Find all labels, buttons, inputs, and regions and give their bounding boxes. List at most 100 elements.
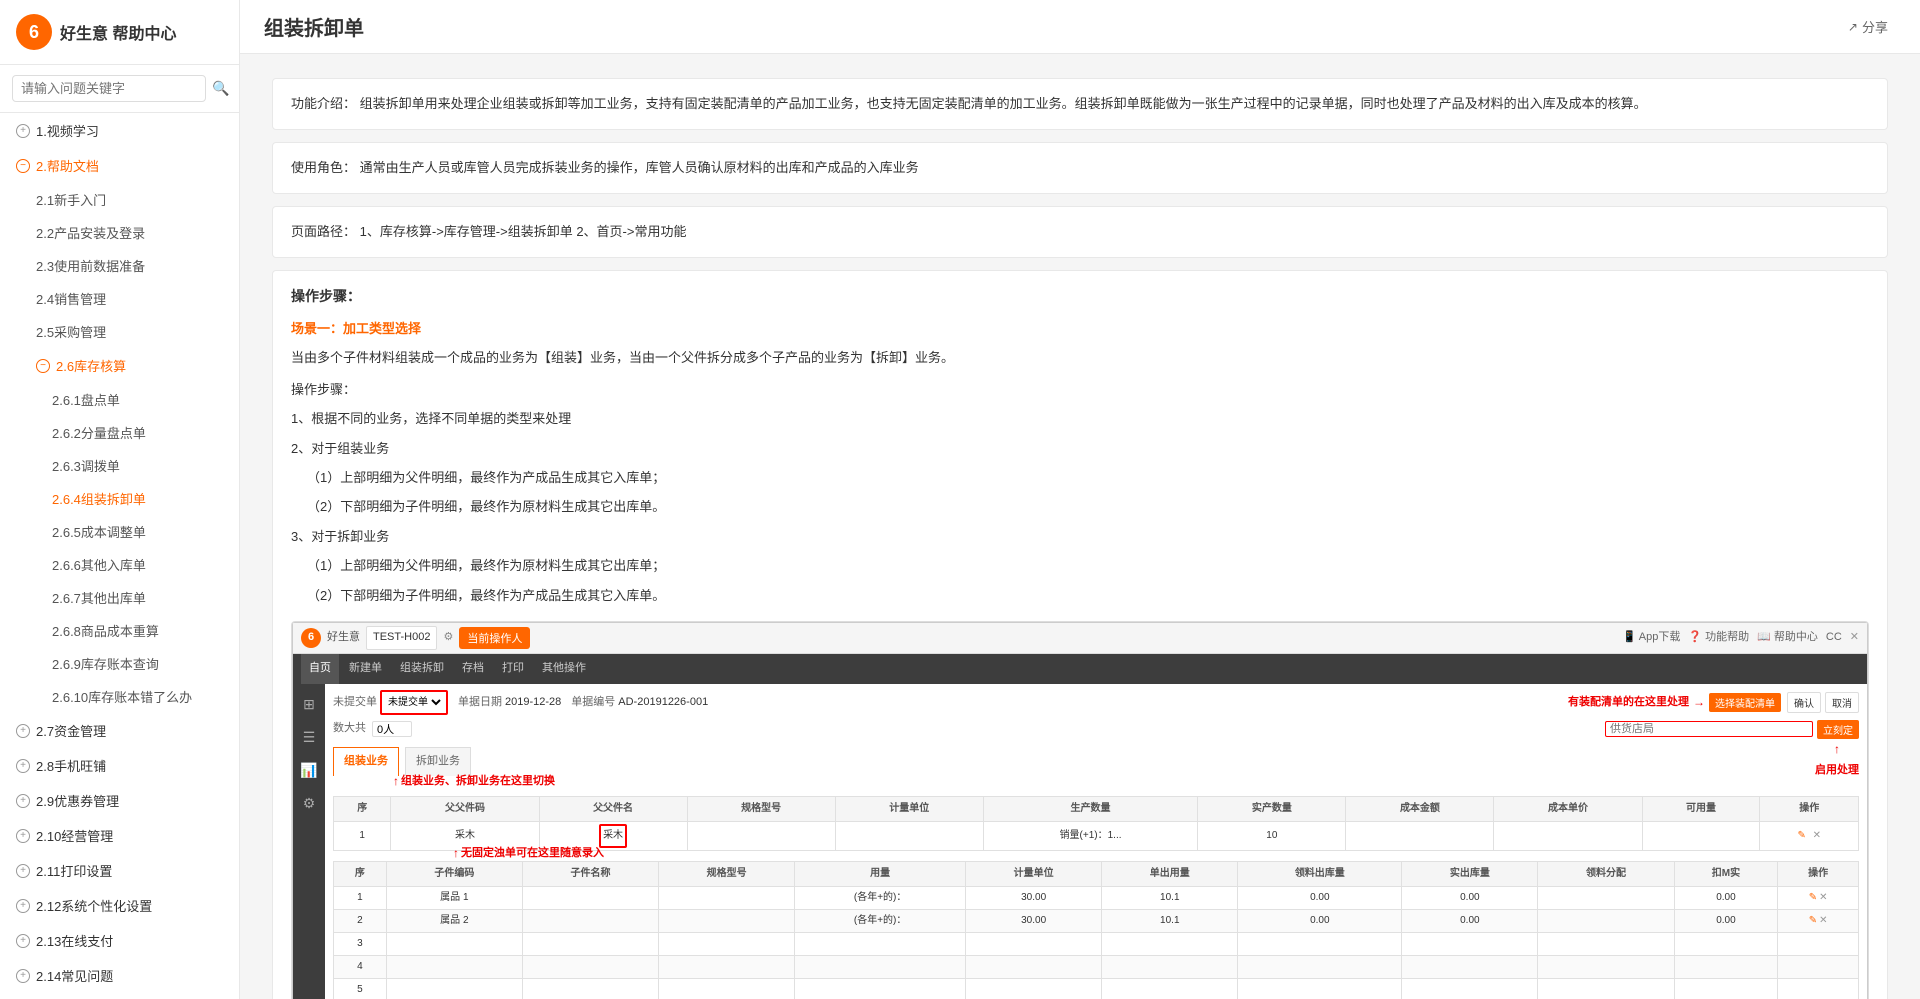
sidebar-sub-sales[interactable]: 2.4销售管理 (0, 282, 239, 315)
sidebar-sub-purchase[interactable]: 2.5采购管理 (0, 315, 239, 348)
sim-sidebar-list-icon[interactable]: ☰ (303, 725, 316, 750)
sidebar: 6 好生意 帮助中心 🔍 + 1.视频学习 − 2.帮助文档 2.1新手入门 2… (0, 0, 240, 999)
table-row: 2属品 2(各年+的)：30.0010.10.000.000.00 ✎✕ (334, 909, 1859, 932)
sidebar-sub-in-other[interactable]: 2.6.6其他入库单 (0, 548, 239, 581)
sidebar-sub-assembly[interactable]: 2.6.4组装拆卸单 (0, 482, 239, 515)
sim-tab-assemble[interactable]: 组装业务 (333, 747, 399, 776)
sidebar-item-docs[interactable]: − 2.帮助文档 (0, 148, 239, 183)
col-cost-amt: 成本金额 (1346, 796, 1494, 821)
cell2-del-icon[interactable]: ✕ (1819, 892, 1827, 903)
cell-edit-icon[interactable]: ✎ (1797, 830, 1805, 841)
expand-icon: + (16, 124, 30, 138)
col-prod-qty: 生产数量 (983, 796, 1198, 821)
sim-date-val: 2019-12-28 (505, 693, 561, 713)
step3-1: （1）上部明细为父件明细，最终作为原材料生成其它出库单； (291, 554, 1869, 577)
col2-spec: 规格型号 (659, 861, 795, 886)
nav-label: 2.11打印设置 (36, 861, 112, 880)
col-actions: 操作 (1760, 796, 1859, 821)
sim-help-center: 📖 帮助中心 (1757, 628, 1818, 648)
sim-nav-home[interactable]: 自页 (301, 654, 339, 684)
step2: 2、对于组装业务 (291, 437, 1869, 460)
sidebar-item-custom[interactable]: + 2.12系统个性化设置 (0, 888, 239, 923)
share-button[interactable]: ↗ 分享 (1840, 13, 1896, 40)
sim-child-table: 序 子件编码 子件名称 规格型号 用量 计量单位 单出用量 领料 (333, 861, 1859, 999)
role-label: 使用角色： (291, 160, 356, 175)
col2-pick-alloc: 领料分配 (1538, 861, 1674, 886)
sidebar-item-cases[interactable]: + 2.15操作案例 (0, 993, 239, 999)
sim-sidebar-settings-icon[interactable]: ⚙ (303, 791, 316, 816)
cell-del-icon[interactable]: ✕ (1813, 830, 1821, 841)
sim-type-select[interactable]: 未提交单 已提交单 (380, 690, 448, 716)
sim-cancel-btn[interactable]: 取消 (1825, 692, 1859, 713)
col2-child-name: 子件名称 (522, 861, 658, 886)
cell-spec (687, 821, 835, 850)
sim-close-icon[interactable]: ✕ (1850, 628, 1859, 648)
logo-icon: 6 (16, 14, 52, 50)
nav-label: 2.10经营管理 (36, 826, 113, 845)
cell2-del-icon-2[interactable]: ✕ (1819, 915, 1827, 926)
sim-go-btn[interactable]: 立刻定 (1817, 720, 1859, 739)
col2-unit: 计量单位 (966, 861, 1102, 886)
sim-nav-new[interactable]: 新建单 (341, 654, 390, 684)
cell-action-btns[interactable]: ✎ ✕ (1760, 821, 1859, 850)
sidebar-sub-install[interactable]: 2.2产品安装及登录 (0, 216, 239, 249)
sim-current-op-btn[interactable]: 当前操作人 (459, 627, 530, 649)
step1: 1、根据不同的业务，选择不同单据的类型来处理 (291, 407, 1869, 430)
sidebar-sub-new[interactable]: 2.1新手入门 (0, 183, 239, 216)
cell-seq: 1 (334, 821, 391, 850)
sidebar-sub-cost-reset[interactable]: 2.6.8商品成本重算 (0, 614, 239, 647)
sidebar-sub-adjust[interactable]: 2.6.3调拨单 (0, 449, 239, 482)
sidebar-sub-count[interactable]: 2.6.1盘点单 (0, 383, 239, 416)
sidebar-item-faq[interactable]: + 2.14常见问题 (0, 958, 239, 993)
sim-confirm-btn[interactable]: 确认 (1787, 692, 1821, 713)
sim-sidebar-chart-icon[interactable]: 📊 (300, 758, 317, 783)
sidebar-sub-partial[interactable]: 2.6.2分量盘点单 (0, 416, 239, 449)
sim-type-dropdown[interactable]: 未提交单 已提交单 (384, 696, 444, 709)
sim-sidebar-home-icon[interactable]: ⊞ (303, 692, 315, 717)
nav-label: 1.视频学习 (36, 121, 99, 140)
nav-section: + 1.视频学习 − 2.帮助文档 2.1新手入门 2.2产品安装及登录 2.3… (0, 113, 239, 999)
cell2-action[interactable]: ✎✕ (1778, 886, 1859, 909)
sim-search-input[interactable] (1605, 721, 1813, 737)
search-box[interactable]: 🔍 (0, 65, 239, 113)
nav-label: 2.6库存核算 (56, 356, 126, 375)
col2-deduct: 扣M实 (1674, 861, 1778, 886)
cell-prod-qty-val: 销量(+1)：1... (983, 821, 1198, 850)
expand-icon: + (16, 899, 30, 913)
sim-nav-print[interactable]: 打印 (494, 654, 532, 684)
cell2-edit-icon[interactable]: ✎ (1809, 892, 1817, 903)
cell-cost-price-val (1494, 821, 1642, 850)
sidebar-item-coupon[interactable]: + 2.9优惠券管理 (0, 783, 239, 818)
sim-nav-other[interactable]: 其他操作 (534, 654, 594, 684)
sidebar-sub-out-other[interactable]: 2.6.7其他出库单 (0, 581, 239, 614)
cell2-action-2[interactable]: ✎✕ (1778, 909, 1859, 932)
sim-nav-assembly[interactable]: 组装拆卸 (392, 654, 452, 684)
sim-count-input[interactable] (372, 721, 412, 737)
expand-icon: + (16, 794, 30, 808)
sidebar-item-video[interactable]: + 1.视频学习 (0, 113, 239, 148)
sim-nav-archive[interactable]: 存档 (454, 654, 492, 684)
sim-select-bom-btn[interactable]: 选择装配清单 (1709, 693, 1781, 712)
sidebar-sub-data[interactable]: 2.3使用前数据准备 (0, 249, 239, 282)
tab-annotation-text: 组装业务、拆卸业务在这里切换 (401, 772, 555, 792)
sidebar-item-finance[interactable]: + 2.7资金管理 (0, 713, 239, 748)
path-block: 页面路径： 1、库存核算->库存管理->组装拆卸单 2、首页->常用功能 (272, 206, 1888, 258)
sidebar-item-mobile[interactable]: + 2.8手机旺铺 (0, 748, 239, 783)
role-text: 通常由生产人员或库管人员完成拆装业务的操作，库管人员确认原材料的出库和产成品的入… (360, 160, 919, 175)
sidebar-sub-check[interactable]: 2.6.9库存账本查询 (0, 647, 239, 680)
search-input[interactable] (12, 75, 206, 102)
arrow-right-icon: → (1693, 692, 1705, 714)
content-area: 功能介绍： 组装拆卸单用来处理企业组装或拆卸等加工业务，支持有固定装配清单的产品… (240, 54, 1920, 999)
sidebar-item-stock[interactable]: − 2.6库存核算 (0, 348, 239, 383)
search-icon[interactable]: 🔍 (212, 80, 229, 97)
sidebar-item-print[interactable]: + 2.11打印设置 (0, 853, 239, 888)
table-row: 1属品 1(各年+的)：30.0010.10.000.000.00 ✎✕ (334, 886, 1859, 909)
cell2-edit-icon-2[interactable]: ✎ (1809, 915, 1817, 926)
sim-content-area: ⊞ ☰ 📊 ⚙ 未提 (293, 684, 1867, 999)
sidebar-item-online-pay[interactable]: + 2.13在线支付 (0, 923, 239, 958)
nav-label: 2.7资金管理 (36, 721, 106, 740)
sidebar-item-operation[interactable]: + 2.10经营管理 (0, 818, 239, 853)
sidebar-sub-error[interactable]: 2.6.10库存账本错了么办 (0, 680, 239, 713)
page-title: 组装拆卸单 (264, 12, 364, 41)
sidebar-sub-cost[interactable]: 2.6.5成本调整单 (0, 515, 239, 548)
